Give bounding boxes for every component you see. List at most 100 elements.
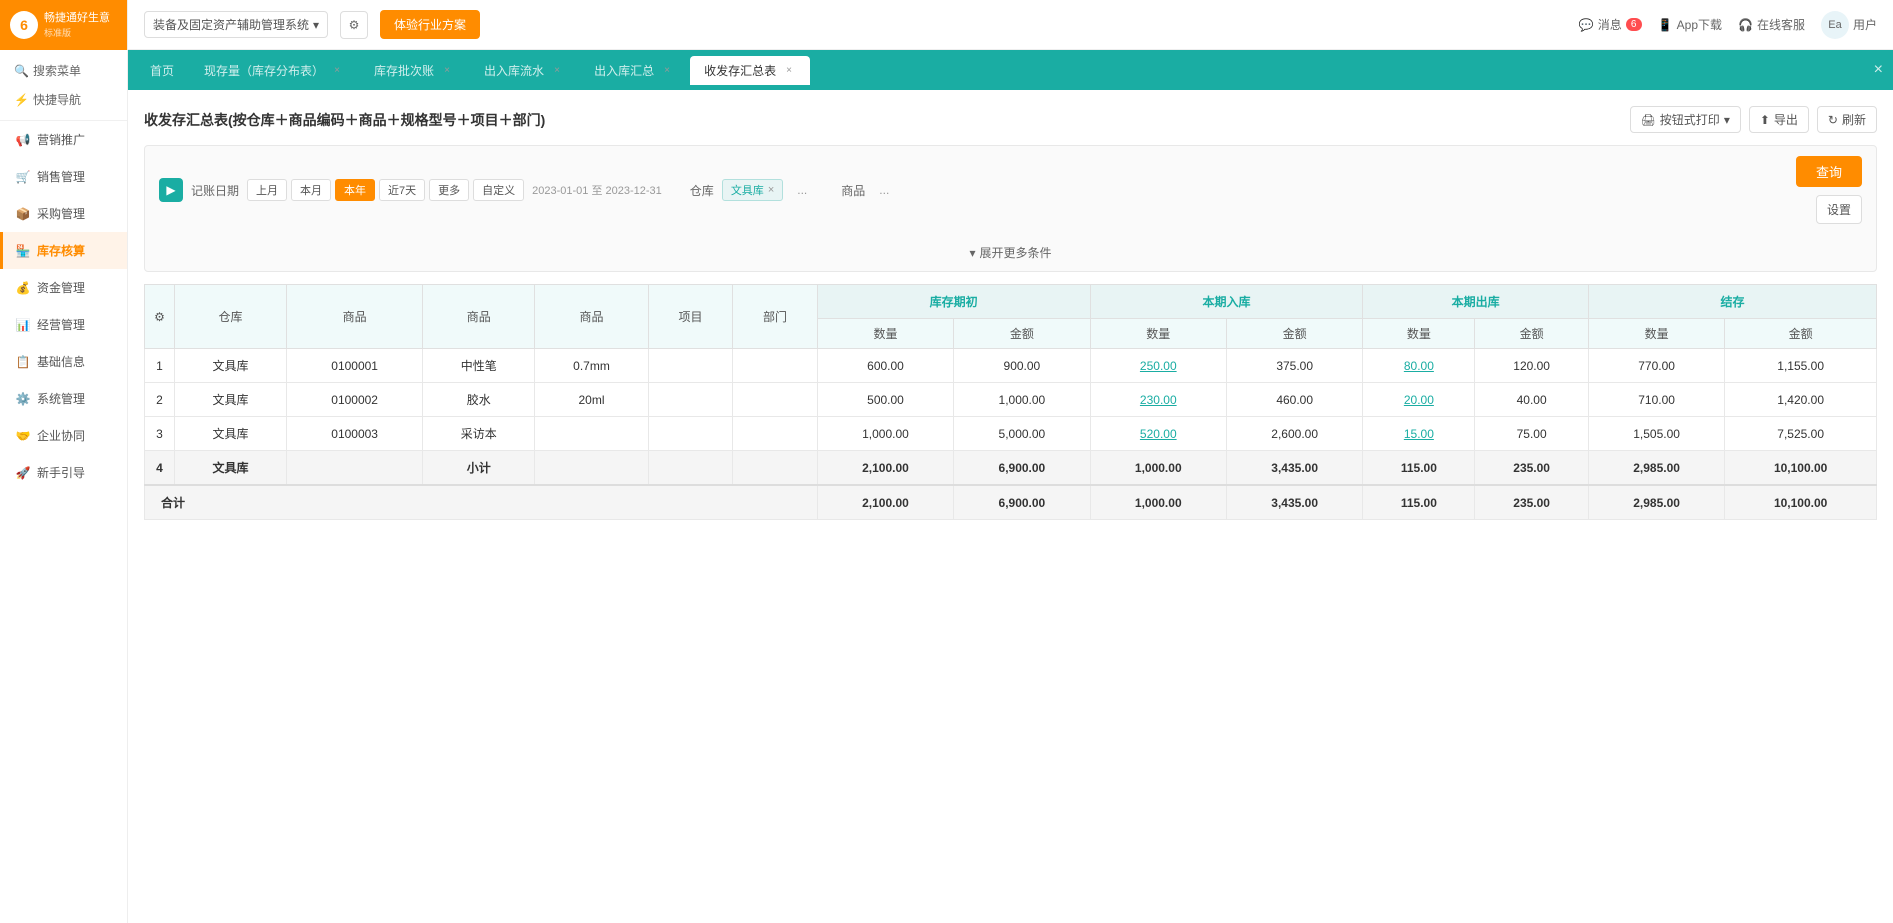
inventory-icon: 🏪: [15, 244, 31, 258]
sidebar-item-cooperation[interactable]: 🤝 企业协同: [0, 417, 127, 454]
page: 收发存汇总表(按仓库＋商品编码＋商品＋规格型号＋项目＋部门) 🖨 按钮式打印 ▾…: [128, 90, 1893, 923]
col-in-header: 本期入库: [1090, 285, 1363, 319]
table-cell[interactable]: 15.00: [1363, 417, 1475, 451]
message-icon: 💬: [1579, 18, 1594, 32]
online-service-action[interactable]: 🎧 在线客服: [1738, 16, 1805, 33]
cell-link[interactable]: 20.00: [1404, 393, 1434, 407]
goods-more-btn[interactable]: ...: [873, 181, 895, 199]
warehouse-more-btn[interactable]: ...: [791, 181, 813, 199]
table-cell: 1,420.00: [1725, 383, 1877, 417]
col-settings-header[interactable]: ⚙: [145, 285, 175, 349]
table-cell: 3: [145, 417, 175, 451]
date-btn-custom[interactable]: 自定义: [473, 179, 524, 201]
query-button[interactable]: 查询: [1796, 156, 1862, 187]
page-title: 收发存汇总表(按仓库＋商品编码＋商品＋规格型号＋项目＋部门): [144, 110, 545, 130]
tab-inout-summary[interactable]: 出入库汇总 ×: [580, 56, 688, 85]
table-cell[interactable]: 80.00: [1363, 349, 1475, 383]
col-goods-code-header: 商品: [286, 285, 422, 349]
col-bal-amt-header: 金额: [1725, 319, 1877, 349]
tab-inout-flow-close[interactable]: ×: [550, 63, 564, 77]
tab-recv-summary[interactable]: 收发存汇总表 ×: [690, 56, 810, 85]
table-cell: 胶水: [423, 383, 535, 417]
expand-filter-btn[interactable]: ▾ 展开更多条件: [969, 244, 1051, 261]
table-cell[interactable]: 20.00: [1363, 383, 1475, 417]
table-cell: 2,985.00: [1588, 451, 1724, 486]
date-filter-label: 记账日期: [191, 182, 239, 199]
close-all-tabs[interactable]: ×: [1874, 61, 1883, 79]
search-menu-link[interactable]: 🔍 搜索菜单: [8, 58, 119, 83]
filter-settings-button[interactable]: 设置: [1816, 195, 1862, 224]
table-cell[interactable]: 250.00: [1090, 349, 1226, 383]
filter-toggle[interactable]: ▶: [159, 178, 183, 202]
warehouse-tag-close[interactable]: ×: [768, 184, 774, 196]
date-range-display: 2023-01-01 至 2023-12-31: [532, 182, 662, 198]
quick-nav-link[interactable]: ⚡ 快捷导航: [8, 87, 119, 112]
sidebar-item-inventory[interactable]: 🏪 库存核算: [0, 232, 127, 269]
table-cell[interactable]: 230.00: [1090, 383, 1226, 417]
table-cell: [733, 383, 818, 417]
cell-link[interactable]: 80.00: [1404, 359, 1434, 373]
sidebar-item-sales[interactable]: 🛒 销售管理: [0, 158, 127, 195]
tab-inventory-dist[interactable]: 现存量（库存分布表） ×: [190, 56, 358, 85]
cell-link[interactable]: 520.00: [1140, 427, 1177, 441]
table-cell: 小计: [423, 451, 535, 486]
sidebar-item-finance[interactable]: 💰 资金管理: [0, 269, 127, 306]
footer-in-amt: 3,435.00: [1226, 485, 1362, 520]
cell-link[interactable]: 230.00: [1140, 393, 1177, 407]
sidebar-item-purchase[interactable]: 📦 采购管理: [0, 195, 127, 232]
table-cell: 文具库: [175, 417, 287, 451]
system-selector[interactable]: 装备及固定资产辅助管理系统 ▾: [144, 11, 328, 38]
date-btn-7days[interactable]: 近7天: [379, 179, 425, 201]
date-btn-this-year[interactable]: 本年: [335, 179, 375, 201]
tab-inventory-dist-close[interactable]: ×: [330, 63, 344, 77]
sidebar-item-guide[interactable]: 🚀 新手引导: [0, 454, 127, 491]
message-action[interactable]: 💬 消息 6: [1579, 16, 1642, 33]
mobile-icon: 📱: [1658, 18, 1673, 32]
goods-filter-label: 商品: [841, 182, 865, 199]
app-subtitle: 标准版: [44, 26, 110, 39]
tab-inout-summary-close[interactable]: ×: [660, 63, 674, 77]
cell-link[interactable]: 250.00: [1140, 359, 1177, 373]
date-btn-more[interactable]: 更多: [429, 179, 469, 201]
table-cell: 710.00: [1588, 383, 1724, 417]
tab-home[interactable]: 首页: [136, 56, 188, 85]
export-button[interactable]: ⬆ 导出: [1749, 106, 1809, 133]
cell-link[interactable]: 15.00: [1404, 427, 1434, 441]
table-cell: 1,505.00: [1588, 417, 1724, 451]
sidebar: 6 畅捷通好生意 标准版 🔍 搜索菜单 ⚡ 快捷导航 📢 营销推广 🛒 销售管理…: [0, 0, 128, 923]
sidebar-item-system[interactable]: ⚙️ 系统管理: [0, 380, 127, 417]
table-cell[interactable]: 520.00: [1090, 417, 1226, 451]
refresh-button[interactable]: ↻ 刷新: [1817, 106, 1877, 133]
tab-inout-summary-label: 出入库汇总: [594, 62, 654, 79]
tab-batch-ledger-close[interactable]: ×: [440, 63, 454, 77]
footer-label: 合计: [145, 485, 818, 520]
system-title: 装备及固定资产辅助管理系统: [153, 16, 309, 33]
marketing-icon: 📢: [15, 133, 31, 147]
sidebar-item-marketing[interactable]: 📢 营销推广: [0, 121, 127, 158]
try-industry-button[interactable]: 体验行业方案: [380, 10, 480, 39]
col-opening-header: 库存期初: [817, 285, 1090, 319]
tab-batch-ledger[interactable]: 库存批次账 ×: [360, 56, 468, 85]
sales-icon: 🛒: [15, 170, 31, 184]
table-cell: 文具库: [175, 451, 287, 486]
sidebar-item-basic[interactable]: 📋 基础信息: [0, 343, 127, 380]
tab-recv-summary-close[interactable]: ×: [782, 63, 796, 77]
tab-inout-flow[interactable]: 出入库流水 ×: [470, 56, 578, 85]
table-cell: 1,000.00: [1090, 451, 1226, 486]
print-button[interactable]: 🖨 按钮式打印 ▾: [1630, 106, 1741, 133]
table-row: 3文具库0100003采访本1,000.005,000.00520.002,60…: [145, 417, 1877, 451]
tab-inventory-dist-label: 现存量（库存分布表）: [204, 62, 324, 79]
filter-row-main: ▶ 记账日期 上月 本月 本年 近7天 更多 自定义 2023-01-01 至 …: [159, 156, 1862, 224]
date-btn-last-month[interactable]: 上月: [247, 179, 287, 201]
table-cell: [286, 451, 422, 486]
chevron-down-icon-print: ▾: [1724, 113, 1730, 127]
data-table-wrapper: ⚙ 仓库 商品 商品 商品 项目 部门 库存期初 本期入库 本期出库 结存: [144, 284, 1877, 520]
date-btn-this-month[interactable]: 本月: [291, 179, 331, 201]
app-download-action[interactable]: 📱 App下载: [1658, 16, 1722, 33]
gear-icon: ⚙: [349, 18, 360, 32]
sidebar-item-operations[interactable]: 📊 经营管理: [0, 306, 127, 343]
settings-button[interactable]: ⚙: [340, 11, 368, 39]
user-action[interactable]: Ea 用户: [1821, 11, 1877, 39]
tab-batch-ledger-label: 库存批次账: [374, 62, 434, 79]
table-cell: 7,525.00: [1725, 417, 1877, 451]
